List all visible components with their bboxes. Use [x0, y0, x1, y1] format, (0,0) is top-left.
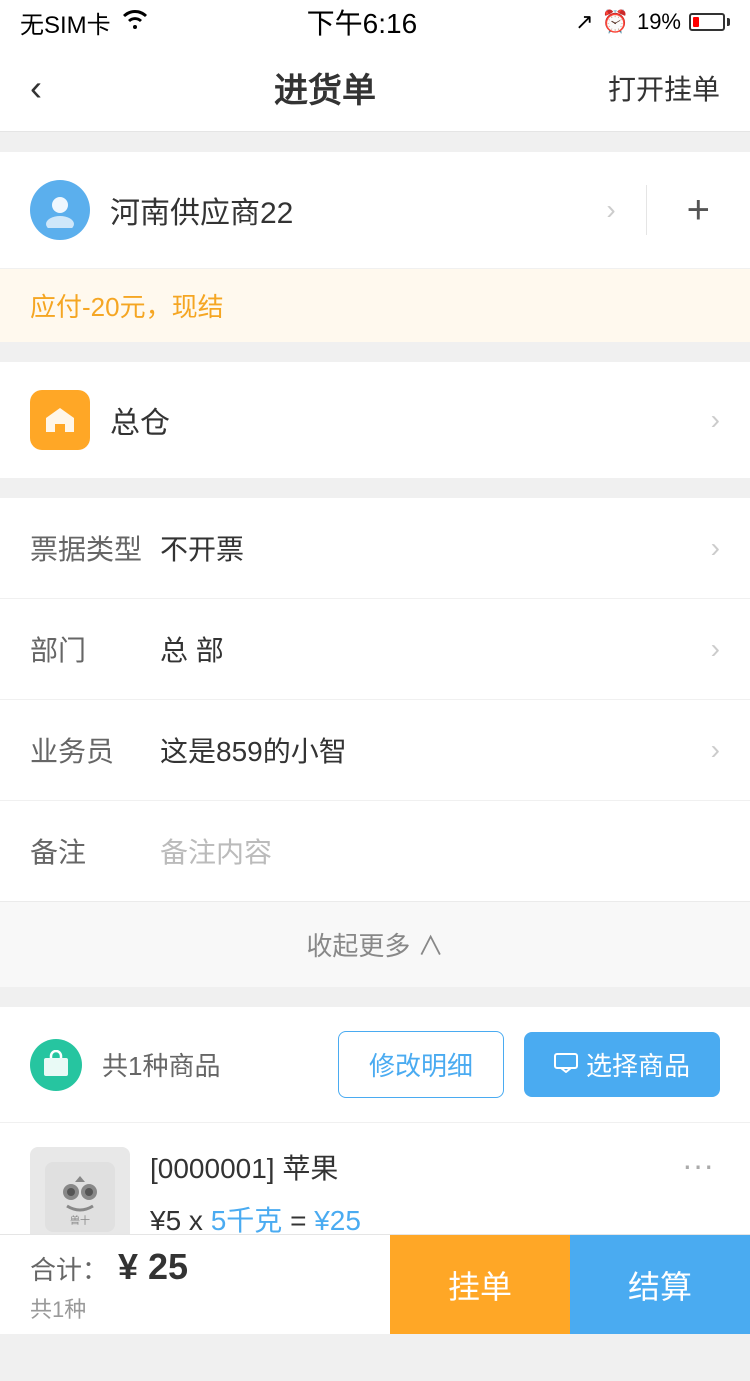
invoice-chevron-icon: › — [711, 532, 720, 564]
hang-button[interactable]: 挂单 — [390, 1235, 570, 1334]
edit-detail-button[interactable]: 修改明细 — [338, 1031, 504, 1098]
product-total: ¥25 — [314, 1205, 361, 1236]
department-label: 部门 — [30, 629, 160, 669]
supplier-name: 河南供应商22 — [110, 188, 586, 232]
salesperson-label: 业务员 — [30, 730, 160, 770]
supplier-section: 河南供应商22 › + 应付-20元，现结 — [0, 152, 750, 342]
form-row-remark[interactable]: 备注 备注内容 — [0, 800, 750, 901]
status-right: ↗ ⏰ 19% — [575, 9, 730, 35]
product-count-text: 共1种商品 — [102, 1046, 318, 1083]
form-section: 票据类型 不开票 › 部门 总 部 › 业务员 这是859的小智 › 备注 备注… — [0, 498, 750, 987]
total-value: ¥ 25 — [118, 1246, 188, 1288]
wifi-icon — [121, 8, 149, 36]
battery-percent: 19% — [637, 9, 681, 35]
bottom-bar: 合计： ¥ 25 共1种 挂单 结算 — [0, 1234, 750, 1334]
settle-button[interactable]: 结算 — [570, 1235, 750, 1334]
product-price-eq: = — [290, 1205, 314, 1236]
product-count-icon — [30, 1039, 82, 1091]
products-section: 共1种商品 修改明细 选择商品 兽十 — [0, 1007, 750, 1271]
warehouse-section: 总仓 › — [0, 362, 750, 478]
product-qty: 5千克 — [211, 1205, 283, 1236]
salesperson-chevron-icon: › — [711, 734, 720, 766]
nav-bar: ‹ 进货单 打开挂单 — [0, 44, 750, 132]
status-left: 无SIM卡 — [20, 5, 149, 40]
alarm-icon: ⏰ — [602, 9, 629, 35]
select-icon — [554, 1049, 578, 1080]
payment-notice: 应付-20元，现结 — [0, 269, 750, 342]
select-product-button[interactable]: 选择商品 — [524, 1032, 720, 1097]
section-gap-2 — [0, 342, 750, 362]
supplier-chevron-icon: › — [606, 194, 615, 226]
product-code: [0000001] — [150, 1153, 282, 1184]
product-name: [0000001] 苹果 — [150, 1147, 656, 1187]
location-icon: ↗ — [575, 9, 593, 35]
remark-placeholder[interactable]: 备注内容 — [160, 831, 720, 871]
form-row-department[interactable]: 部门 总 部 › — [0, 598, 750, 699]
supplier-row[interactable]: 河南供应商22 › + — [0, 152, 750, 269]
total-sub: 共1种 — [30, 1292, 360, 1324]
products-header: 共1种商品 修改明细 选择商品 — [0, 1007, 750, 1122]
carrier-label: 无SIM卡 — [20, 5, 111, 40]
total-label: 合计： — [30, 1250, 108, 1287]
warehouse-name: 总仓 — [110, 398, 691, 442]
section-gap-3 — [0, 478, 750, 498]
invoice-value: 不开票 — [160, 528, 711, 568]
supplier-avatar — [30, 180, 90, 240]
salesperson-value: 这是859的小智 — [160, 730, 711, 770]
collapse-button[interactable]: 收起更多 ∧ — [0, 901, 750, 987]
product-info: [0000001] 苹果 ¥5 x 5千克 = ¥25 — [150, 1147, 656, 1239]
department-value: 总 部 — [160, 629, 711, 669]
divider — [646, 185, 647, 235]
status-time: 下午6:16 — [307, 2, 418, 42]
battery-icon — [689, 13, 730, 31]
section-gap-1 — [0, 132, 750, 152]
product-thumbnail: 兽十 — [30, 1147, 130, 1247]
warehouse-chevron-icon: › — [711, 404, 720, 436]
warehouse-icon — [30, 390, 90, 450]
department-chevron-icon: › — [711, 633, 720, 665]
status-bar: 无SIM卡 下午6:16 ↗ ⏰ 19% — [0, 0, 750, 44]
total-area: 合计： ¥ 25 共1种 — [0, 1235, 390, 1334]
form-row-invoice[interactable]: 票据类型 不开票 › — [0, 498, 750, 598]
open-hang-button[interactable]: 打开挂单 — [608, 68, 720, 108]
page-title: 进货单 — [274, 63, 376, 112]
invoice-label: 票据类型 — [30, 528, 160, 568]
product-more-button[interactable]: ··· — [676, 1147, 720, 1184]
collapse-label: 收起更多 ∧ — [306, 931, 443, 961]
add-button[interactable]: + — [677, 188, 720, 233]
back-button[interactable]: ‹ — [30, 67, 42, 109]
form-row-salesperson[interactable]: 业务员 这是859的小智 › — [0, 699, 750, 800]
warehouse-row[interactable]: 总仓 › — [0, 362, 750, 478]
product-price: ¥5 x 5千克 = ¥25 — [150, 1199, 656, 1239]
select-product-label: 选择商品 — [586, 1046, 690, 1083]
svg-text:兽十: 兽十 — [70, 1214, 90, 1227]
section-gap-4 — [0, 987, 750, 1007]
remark-label: 备注 — [30, 831, 160, 871]
product-unit-price: ¥5 x — [150, 1205, 211, 1236]
product-name-text: 苹果 — [282, 1153, 338, 1184]
